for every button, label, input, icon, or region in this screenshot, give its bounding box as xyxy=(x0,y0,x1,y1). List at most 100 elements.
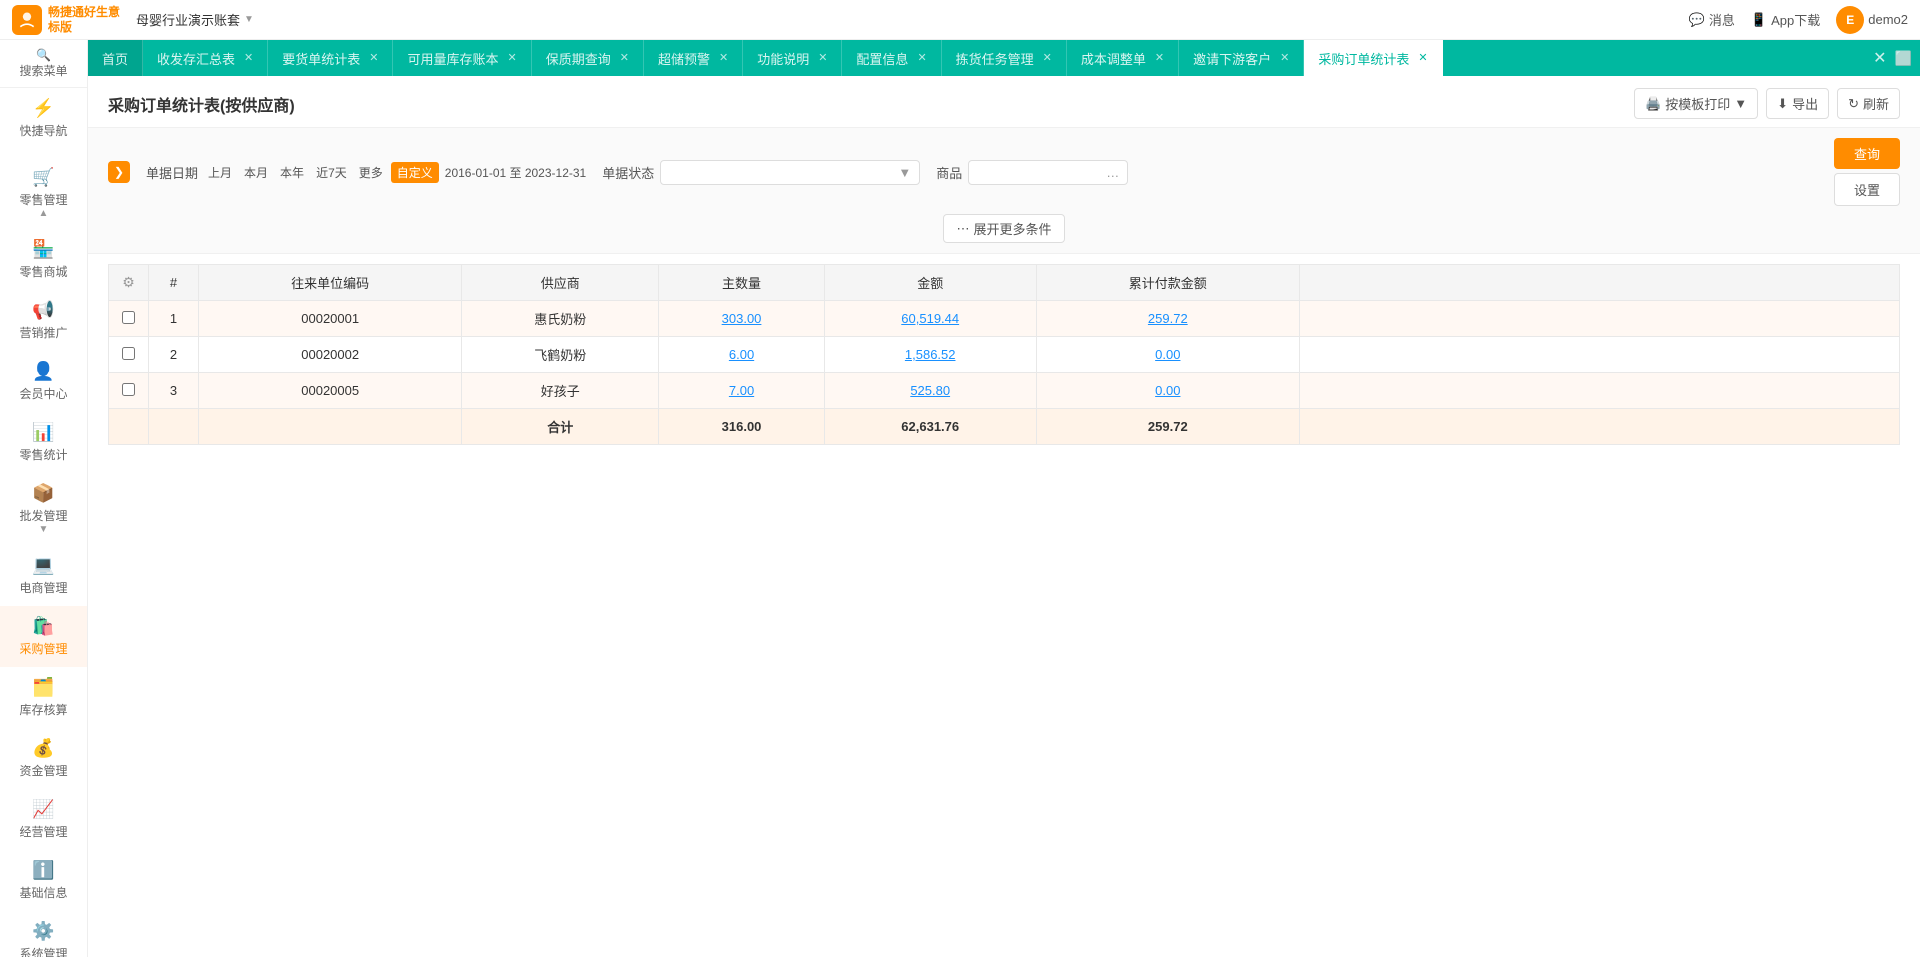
row-paid-link[interactable]: 0.00 xyxy=(1155,383,1180,398)
overstock-alert-close-icon[interactable]: ✕ xyxy=(719,53,728,64)
nav-tab-home[interactable]: 首页 xyxy=(88,40,143,76)
date-custom-button[interactable]: 自定义 xyxy=(391,162,439,183)
table-settings-icon[interactable]: ⚙ xyxy=(122,274,135,290)
row-qty-cell[interactable]: 6.00 xyxy=(659,337,825,373)
user-profile[interactable]: E demo2 xyxy=(1836,6,1908,34)
receive-summary-close-icon[interactable]: ✕ xyxy=(244,53,253,64)
row-check-cell[interactable] xyxy=(109,301,149,337)
date-quick-buttons: 上月 本月 本年 近7天 更多 自定义 xyxy=(204,162,439,183)
ecommerce-mgmt-label: 电商管理 xyxy=(19,579,67,596)
sidebar-item-ops-mgmt[interactable]: 📈 经营管理 xyxy=(0,789,87,850)
nav-tab-expiry-query[interactable]: 保质期查询 ✕ xyxy=(532,40,644,76)
filter-toggle-button[interactable]: ❯ xyxy=(108,161,130,183)
row-check-cell[interactable] xyxy=(109,373,149,409)
row-amount-link[interactable]: 60,519.44 xyxy=(901,311,959,326)
message-action[interactable]: 💬 消息 xyxy=(1689,10,1735,29)
export-button[interactable]: ⬇ 导出 xyxy=(1766,88,1829,119)
workspace-selector[interactable]: 母婴行业演示账套 ▼ xyxy=(128,6,262,33)
purchase-mgmt-label: 采购管理 xyxy=(19,640,67,657)
footer-label-cell: 合计 xyxy=(462,409,659,445)
filter-status-item: 单据状态 ▼ xyxy=(602,160,920,185)
row-paid-link[interactable]: 259.72 xyxy=(1148,311,1188,326)
retail-store-icon: 🏪 xyxy=(32,239,54,260)
sidebar-item-ecommerce-mgmt[interactable]: 💻 电商管理 xyxy=(0,545,87,606)
sidebar-item-quick-nav[interactable]: ⚡ 快捷导航 xyxy=(0,88,87,149)
config-info-close-icon[interactable]: ✕ xyxy=(917,53,926,64)
sidebar-item-inventory-check[interactable]: 🗂️ 库存核算 xyxy=(0,667,87,728)
available-inventory-close-icon[interactable]: ✕ xyxy=(508,53,517,64)
date-btn-this-year[interactable]: 本年 xyxy=(276,162,308,183)
template-print-button[interactable]: 🖨️ 按模板打印 ▼ xyxy=(1634,88,1758,119)
tabs-close-all-icon[interactable]: ✕ xyxy=(1873,48,1886,68)
date-btn-more[interactable]: 更多 xyxy=(355,162,387,183)
row-qty-link[interactable]: 7.00 xyxy=(729,383,754,398)
nav-tab-config-info[interactable]: 配置信息 ✕ xyxy=(842,40,941,76)
date-btn-this-month[interactable]: 本月 xyxy=(240,162,272,183)
row-paid-cell[interactable]: 0.00 xyxy=(1036,373,1299,409)
date-btn-last-month[interactable]: 上月 xyxy=(204,162,236,183)
nav-tabs-right: ✕ ⬜ xyxy=(1865,48,1920,68)
sidebar-item-finance-mgmt[interactable]: 💰 资金管理 xyxy=(0,728,87,789)
sidebar-item-wholesale-mgmt[interactable]: 📦 批发管理 ▼ xyxy=(0,473,87,545)
nav-tab-pick-task-mgmt[interactable]: 拣货任务管理 ✕ xyxy=(942,40,1067,76)
row-paid-cell[interactable]: 0.00 xyxy=(1036,337,1299,373)
nav-tab-purchase-order-stats[interactable]: 采购订单统计表 ✕ xyxy=(1304,40,1442,76)
table-row[interactable]: 2 00020002 飞鹤奶粉 6.00 1,586.52 0.00 xyxy=(109,337,1900,373)
query-button[interactable]: 查询 xyxy=(1834,138,1900,169)
row-amount-cell[interactable]: 1,586.52 xyxy=(824,337,1036,373)
row-checkbox[interactable] xyxy=(122,347,135,360)
row-paid-cell[interactable]: 259.72 xyxy=(1036,301,1299,337)
expiry-query-close-icon[interactable]: ✕ xyxy=(620,53,629,64)
sidebar-search[interactable]: 🔍 搜索菜单 xyxy=(0,40,87,88)
sidebar-item-marketing[interactable]: 📢 营销推广 xyxy=(0,290,87,351)
export-icon: ⬇ xyxy=(1777,96,1788,112)
row-qty-cell[interactable]: 7.00 xyxy=(659,373,825,409)
pick-task-mgmt-close-icon[interactable]: ✕ xyxy=(1043,53,1052,64)
table-row[interactable]: 1 00020001 惠氏奶粉 303.00 60,519.44 259.72 xyxy=(109,301,1900,337)
row-qty-link[interactable]: 303.00 xyxy=(722,311,762,326)
expand-more-button[interactable]: ⋯ 展开更多条件 xyxy=(943,214,1064,243)
goods-filter-input[interactable]: … xyxy=(968,160,1128,185)
row-amount-link[interactable]: 1,586.52 xyxy=(905,347,956,362)
nav-tab-invite-downstream[interactable]: 邀请下游客户 ✕ xyxy=(1179,40,1304,76)
row-amount-cell[interactable]: 60,519.44 xyxy=(824,301,1036,337)
tabs-maximize-icon[interactable]: ⬜ xyxy=(1895,50,1912,67)
cost-adjust-close-icon[interactable]: ✕ xyxy=(1155,53,1164,64)
status-filter-select[interactable]: ▼ xyxy=(660,160,920,185)
template-print-label: 按模板打印 xyxy=(1665,94,1730,113)
nav-tab-cost-adjust[interactable]: 成本调整单 ✕ xyxy=(1067,40,1179,76)
invite-downstream-close-icon[interactable]: ✕ xyxy=(1280,53,1289,64)
row-checkbox[interactable] xyxy=(122,311,135,324)
row-amount-cell[interactable]: 525.80 xyxy=(824,373,1036,409)
retail-stats-icon: 📊 xyxy=(32,422,54,443)
app-download-action[interactable]: 📱 App下载 xyxy=(1751,10,1820,29)
purchase-mgmt-icon: 🛍️ xyxy=(32,616,54,637)
row-check-cell[interactable] xyxy=(109,337,149,373)
nav-tab-overstock-alert[interactable]: 超储预警 ✕ xyxy=(644,40,743,76)
sidebar-item-sys-mgmt[interactable]: ⚙️ 系统管理 xyxy=(0,911,87,957)
nav-tab-receive-summary[interactable]: 收发存汇总表 ✕ xyxy=(143,40,268,76)
sidebar-item-member-center[interactable]: 👤 会员中心 xyxy=(0,351,87,412)
sidebar-item-retail-store[interactable]: 🏪 零售商城 xyxy=(0,229,87,290)
member-center-label: 会员中心 xyxy=(19,385,67,402)
sidebar-item-purchase-mgmt[interactable]: 🛍️ 采购管理 xyxy=(0,606,87,667)
date-btn-last-7-days[interactable]: 近7天 xyxy=(312,162,351,183)
refresh-button[interactable]: ↻ 刷新 xyxy=(1837,88,1900,119)
goods-stats-close-icon[interactable]: ✕ xyxy=(369,53,378,64)
sidebar-item-retail-stats[interactable]: 📊 零售统计 xyxy=(0,412,87,473)
home-tab-label: 首页 xyxy=(102,49,128,68)
settings-button[interactable]: 设置 xyxy=(1834,173,1900,206)
nav-tab-function-desc[interactable]: 功能说明 ✕ xyxy=(743,40,842,76)
row-amount-link[interactable]: 525.80 xyxy=(910,383,950,398)
function-desc-close-icon[interactable]: ✕ xyxy=(818,53,827,64)
row-qty-link[interactable]: 6.00 xyxy=(729,347,754,362)
nav-tab-available-inventory[interactable]: 可用量库存账本 ✕ xyxy=(393,40,531,76)
purchase-order-stats-close-icon[interactable]: ✕ xyxy=(1418,53,1427,64)
row-paid-link[interactable]: 0.00 xyxy=(1155,347,1180,362)
sidebar-item-retail-mgmt[interactable]: 🛒 零售管理 ▲ xyxy=(0,157,87,229)
row-checkbox[interactable] xyxy=(122,383,135,396)
table-row[interactable]: 3 00020005 好孩子 7.00 525.80 0.00 xyxy=(109,373,1900,409)
row-qty-cell[interactable]: 303.00 xyxy=(659,301,825,337)
sidebar-item-basic-info[interactable]: ℹ️ 基础信息 xyxy=(0,850,87,911)
nav-tab-goods-stats[interactable]: 要货单统计表 ✕ xyxy=(268,40,393,76)
